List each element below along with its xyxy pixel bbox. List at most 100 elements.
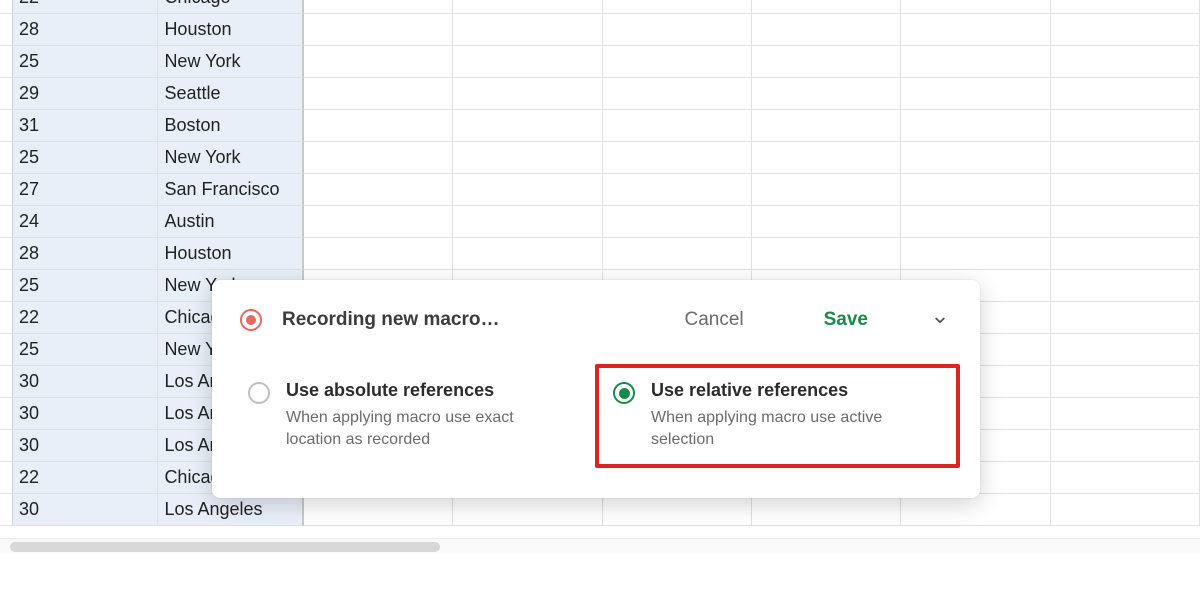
cell[interactable] [453,238,602,270]
cell[interactable]: 31 [13,110,158,142]
cell[interactable]: 28 [13,238,158,270]
row-handle[interactable] [0,0,13,14]
cell[interactable]: 25 [13,334,158,366]
cell[interactable] [901,14,1050,46]
cell[interactable] [453,206,602,238]
cell[interactable] [752,174,901,206]
cell[interactable] [304,0,453,14]
cell[interactable] [304,494,453,526]
cell[interactable]: 25 [13,46,158,78]
cell[interactable]: Los Angeles [158,494,303,526]
cell[interactable] [901,174,1050,206]
cell[interactable] [1051,14,1200,46]
cell[interactable]: Chicago [158,0,303,14]
cell[interactable] [1051,110,1200,142]
cell[interactable]: 30 [13,430,158,462]
row-handle[interactable] [0,398,13,430]
cell[interactable]: Houston [158,238,303,270]
cell[interactable] [453,142,602,174]
cell[interactable]: 22 [13,0,158,14]
cell[interactable] [752,494,901,526]
expand-button[interactable] [928,308,952,332]
cell[interactable]: Houston [158,14,303,46]
cell[interactable] [603,142,752,174]
cell[interactable] [603,494,752,526]
cell[interactable] [603,46,752,78]
table-row[interactable]: 25New York [0,46,1200,78]
row-handle[interactable] [0,206,13,238]
cell[interactable] [752,46,901,78]
cell[interactable]: 29 [13,78,158,110]
cell[interactable] [453,14,602,46]
horizontal-scrollbar[interactable] [0,538,1200,554]
cell[interactable]: 28 [13,14,158,46]
cell[interactable]: Seattle [158,78,303,110]
cell[interactable]: 25 [13,142,158,174]
cell[interactable]: 27 [13,174,158,206]
row-handle[interactable] [0,14,13,46]
cell[interactable]: 22 [13,302,158,334]
cell[interactable] [304,206,453,238]
row-handle[interactable] [0,494,13,526]
table-row[interactable]: 27San Francisco [0,174,1200,206]
scrollbar-thumb[interactable] [10,542,440,552]
cell[interactable] [1051,0,1200,14]
cell[interactable] [603,14,752,46]
cell[interactable] [304,14,453,46]
cell[interactable]: 30 [13,494,158,526]
cell[interactable] [1051,142,1200,174]
cell[interactable]: 24 [13,206,158,238]
table-row[interactable]: 30Los Angeles [0,494,1200,526]
table-row[interactable]: 25New York [0,142,1200,174]
cell[interactable] [1051,334,1200,366]
cell[interactable] [1051,206,1200,238]
cell[interactable] [603,238,752,270]
row-handle[interactable] [0,334,13,366]
cell[interactable]: Austin [158,206,303,238]
cell[interactable] [1051,462,1200,494]
cancel-button[interactable]: Cancel [684,309,743,331]
table-row[interactable]: 29Seattle [0,78,1200,110]
cell[interactable] [901,494,1050,526]
absolute-references-option[interactable]: Use absolute references When applying ma… [240,364,595,468]
cell[interactable]: Boston [158,110,303,142]
cell[interactable] [1051,270,1200,302]
cell[interactable] [304,174,453,206]
cell[interactable] [453,110,602,142]
cell[interactable] [1051,78,1200,110]
table-row[interactable]: 24Austin [0,206,1200,238]
row-handle[interactable] [0,270,13,302]
row-handle[interactable] [0,238,13,270]
row-handle[interactable] [0,110,13,142]
row-handle[interactable] [0,142,13,174]
cell[interactable] [752,0,901,14]
cell[interactable] [1051,494,1200,526]
cell[interactable] [453,174,602,206]
row-handle[interactable] [0,174,13,206]
table-row[interactable]: 22Chicago [0,0,1200,14]
table-row[interactable]: 28Houston [0,14,1200,46]
cell[interactable] [304,78,453,110]
cell[interactable]: San Francisco [158,174,303,206]
cell[interactable] [603,110,752,142]
cell[interactable] [752,14,901,46]
cell[interactable]: 25 [13,270,158,302]
cell[interactable] [304,142,453,174]
cell[interactable] [1051,46,1200,78]
cell[interactable] [1051,174,1200,206]
cell[interactable] [603,78,752,110]
relative-references-option[interactable]: Use relative references When applying ma… [595,364,960,468]
cell[interactable] [453,0,602,14]
cell[interactable]: 22 [13,462,158,494]
cell[interactable] [752,238,901,270]
cell[interactable] [752,206,901,238]
cell[interactable] [453,78,602,110]
cell[interactable] [603,206,752,238]
table-row[interactable]: 31Boston [0,110,1200,142]
cell[interactable] [1051,398,1200,430]
cell[interactable] [304,46,453,78]
row-handle[interactable] [0,462,13,494]
save-button[interactable]: Save [824,309,868,331]
row-handle[interactable] [0,366,13,398]
cell[interactable] [901,142,1050,174]
